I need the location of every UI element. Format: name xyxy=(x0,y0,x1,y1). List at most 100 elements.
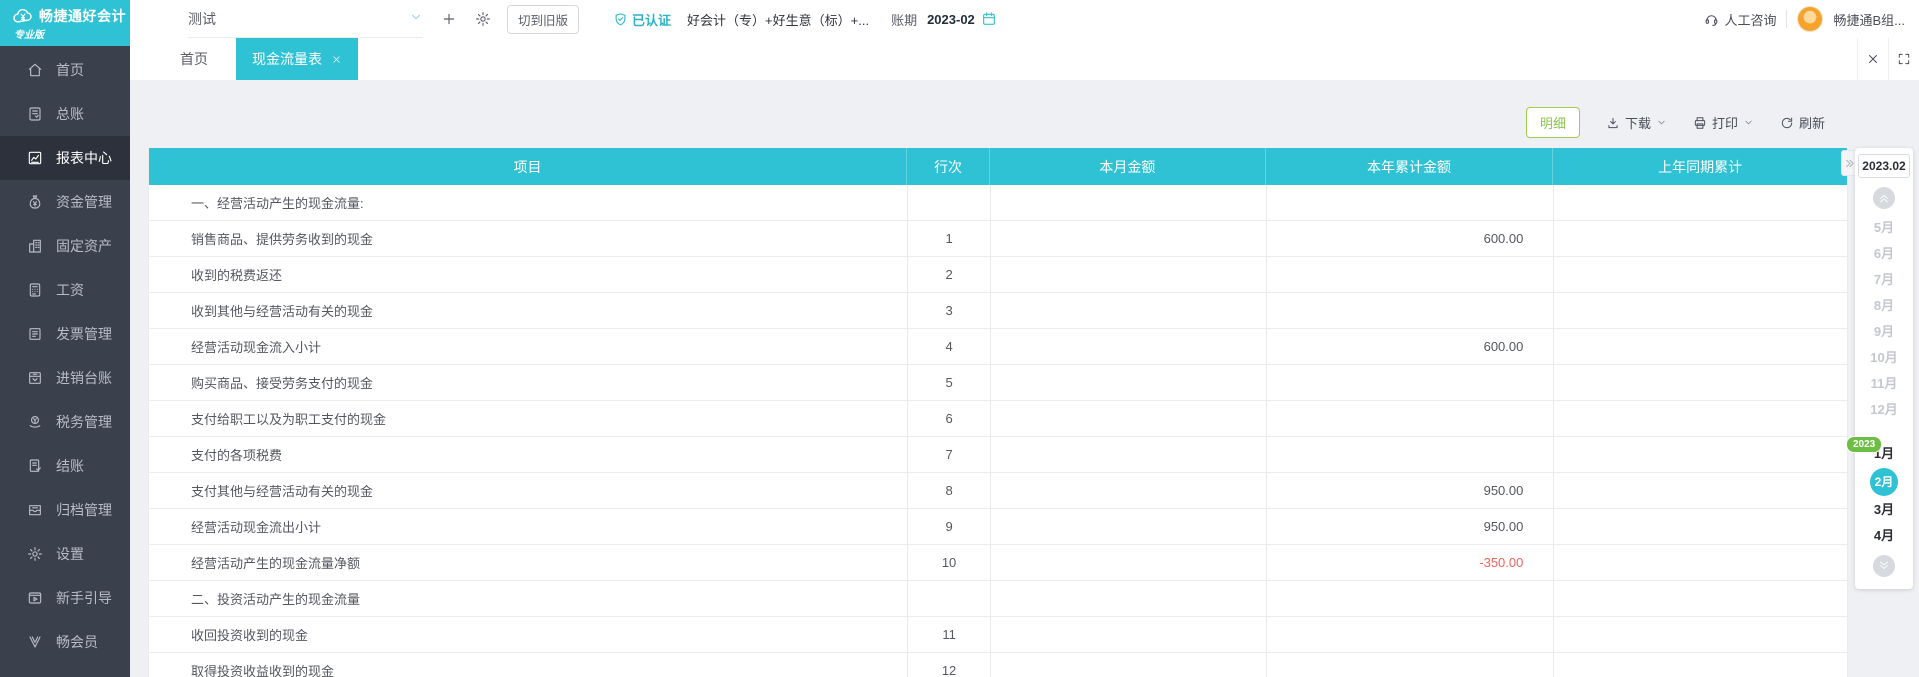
download-icon xyxy=(1606,116,1620,130)
chevron-down-icon xyxy=(1743,117,1754,128)
shield-check-icon xyxy=(613,12,628,27)
sidebar-item-发票管理[interactable]: 发票管理 xyxy=(0,312,130,356)
cell-item: 收到其他与经营活动有关的现金 xyxy=(191,304,374,319)
gear-icon xyxy=(26,546,43,563)
download-button[interactable]: 下载 xyxy=(1606,113,1667,132)
scroll-down-button[interactable] xyxy=(1873,555,1895,577)
table-row: 销售商品、提供劳务收到的现金 1 600.00 xyxy=(149,221,1847,257)
sidebar-item-资金管理[interactable]: 资金管理 xyxy=(0,180,130,224)
month-item-8月: 8月 xyxy=(1873,298,1895,313)
switch-old-version-button[interactable]: 切到旧版 xyxy=(507,4,580,34)
cell-ytd xyxy=(1265,617,1554,652)
sidebar-item-畅会员[interactable]: 畅会员 xyxy=(0,620,130,664)
close-icon[interactable] xyxy=(331,54,342,65)
sidebar-item-税务管理[interactable]: 税务管理 xyxy=(0,400,130,444)
cell-month xyxy=(990,653,1266,677)
company-selector[interactable]: 测试 xyxy=(188,1,423,38)
company-selector-value: 测试 xyxy=(188,10,216,27)
table-row: 经营活动产生的现金流量净额 10 -350.00 xyxy=(149,545,1847,581)
cell-line: 6 xyxy=(907,401,990,436)
detail-button[interactable]: 明细 xyxy=(1525,107,1580,138)
table-row: 一、经营活动产生的现金流量: xyxy=(149,185,1847,221)
membership-icon xyxy=(26,634,43,651)
cell-ytd xyxy=(1265,257,1554,292)
period-value: 2023-02 xyxy=(927,11,975,27)
cell-prior xyxy=(1553,545,1847,580)
sidebar-item-label: 报表中心 xyxy=(56,150,112,166)
cell-line: 3 xyxy=(907,293,990,328)
cell-item: 购买商品、接受劳务支付的现金 xyxy=(191,376,374,391)
table-row: 支付的各项税费 7 xyxy=(149,437,1847,473)
calendar-icon[interactable] xyxy=(981,11,997,27)
topbar: 测试 切到旧版 已认证 好会计（专）+好生意（标）+... 账期 2023-02… xyxy=(130,0,1919,38)
guide-icon xyxy=(26,590,43,607)
sidebar-item-报表中心[interactable]: 报表中心 xyxy=(0,136,130,180)
cell-line: 9 xyxy=(907,509,990,544)
sidebar-item-label: 设置 xyxy=(56,546,84,562)
add-account-button[interactable] xyxy=(441,11,457,27)
sidebar-item-label: 畅会员 xyxy=(56,634,98,650)
tab-cash-flow-statement[interactable]: 现金流量表 xyxy=(236,38,358,80)
sidebar: 畅捷通好会计 专业版 首页 总账 报表中心 资金管理 固定资产 工资 发票管理 … xyxy=(0,0,130,677)
cell-ytd xyxy=(1265,365,1554,400)
cell-item: 支付给职工以及为职工支付的现金 xyxy=(191,412,387,427)
cell-item: 经营活动产生的现金流量净额 xyxy=(191,556,361,571)
user-avatar[interactable] xyxy=(1797,6,1824,32)
sidebar-item-label: 税务管理 xyxy=(56,414,112,430)
cell-ytd: 950.00 xyxy=(1265,509,1554,544)
cell-month xyxy=(990,257,1266,292)
sidebar-item-工资[interactable]: 工资 xyxy=(0,268,130,312)
chevron-down-icon xyxy=(409,10,423,27)
table-header: 项目 行次 本月金额 本年累计金额 上年同期累计 xyxy=(149,148,1847,185)
month-item-9月: 9月 xyxy=(1873,324,1895,339)
user-name[interactable]: 畅捷通B组... xyxy=(1833,10,1905,29)
cell-prior xyxy=(1553,581,1847,616)
print-button[interactable]: 打印 xyxy=(1693,113,1754,132)
cell-prior xyxy=(1553,329,1847,364)
gear-icon[interactable] xyxy=(475,11,491,27)
month-item-2月[interactable]: 2月 xyxy=(1870,468,1898,496)
current-period[interactable]: 2023.02 xyxy=(1858,154,1910,178)
cell-ytd xyxy=(1265,581,1554,616)
cell-ytd: -350.00 xyxy=(1265,545,1554,580)
sidebar-item-固定资产[interactable]: 固定资产 xyxy=(0,224,130,268)
support-link[interactable]: 人工咨询 xyxy=(1704,10,1776,29)
sidebar-item-总账[interactable]: 总账 xyxy=(0,92,130,136)
sidebar-item-label: 发票管理 xyxy=(56,326,112,342)
closing-icon xyxy=(26,458,43,475)
fullscreen-button[interactable] xyxy=(1888,38,1919,80)
month-list: 5月 6月 7月 8月 9月 10月 11月 12月 1月 2月 3月 4月 xyxy=(1855,215,1913,549)
printer-icon xyxy=(1693,116,1707,130)
cell-line xyxy=(907,185,990,220)
cell-ytd xyxy=(1265,293,1554,328)
table-row: 取得投资收益收到的现金 12 xyxy=(149,653,1847,677)
month-item-4月[interactable]: 4月 xyxy=(1855,523,1913,549)
table-row: 支付给职工以及为职工支付的现金 6 xyxy=(149,401,1847,437)
sidebar-item-首页[interactable]: 首页 xyxy=(0,48,130,92)
cell-item: 收回投资收到的现金 xyxy=(191,628,309,643)
sidebar-item-进销台账[interactable]: 进销台账 xyxy=(0,356,130,400)
refresh-button[interactable]: 刷新 xyxy=(1780,113,1825,132)
cell-month xyxy=(990,365,1266,400)
year-badge: 2023 xyxy=(1846,436,1883,453)
sidebar-item-新手引导[interactable]: 新手引导 xyxy=(0,576,130,620)
cell-prior xyxy=(1553,221,1847,256)
column-header-ytd: 本年累计金额 xyxy=(1266,148,1554,185)
tax-icon xyxy=(26,414,43,431)
tabbar: 首页 现金流量表 xyxy=(130,38,1919,80)
sidebar-item-label: 新手引导 xyxy=(56,590,112,606)
month-item-3月[interactable]: 3月 xyxy=(1855,497,1913,523)
close-tabs-button[interactable] xyxy=(1857,38,1888,80)
month-item-12月: 12月 xyxy=(1870,402,1898,417)
scroll-up-button[interactable] xyxy=(1873,187,1895,209)
cell-item: 取得投资收益收到的现金 xyxy=(191,664,335,677)
cell-item: 销售商品、提供劳务收到的现金 xyxy=(191,232,374,247)
tab-home[interactable]: 首页 xyxy=(166,38,222,80)
sidebar-item-结账[interactable]: 结账 xyxy=(0,444,130,488)
column-header-prior: 上年同期累计 xyxy=(1658,158,1743,175)
cell-month xyxy=(990,437,1266,472)
cell-line: 7 xyxy=(907,437,990,472)
sidebar-item-归档管理[interactable]: 归档管理 xyxy=(0,488,130,532)
sidebar-item-设置[interactable]: 设置 xyxy=(0,532,130,576)
cash-flow-table: 项目 行次 本月金额 本年累计金额 上年同期累计 一、经营活动产生的现金流量: … xyxy=(148,148,1848,677)
